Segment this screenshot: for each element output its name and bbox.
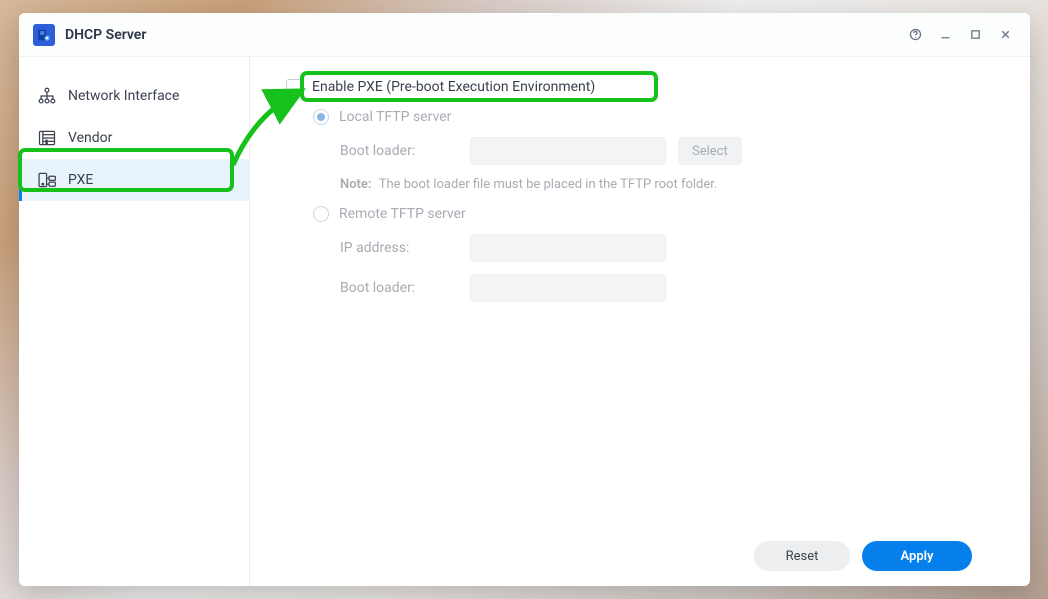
note-text: The boot loader file must be placed in t… [379,177,718,192]
footer: Reset Apply [286,526,1000,586]
apply-button[interactable]: Apply [862,541,972,571]
sidebar-item-vendor[interactable]: Vendor [19,117,249,159]
remote-boot-loader-label: Boot loader: [340,280,470,296]
pxe-icon [36,169,58,191]
sidebar: Network Interface Vendor PXE [19,57,250,586]
window-title: DHCP Server [65,27,146,43]
ip-address-label: IP address: [340,240,470,256]
remote-tftp-radio[interactable] [313,206,329,222]
local-tftp-radio[interactable] [313,109,329,125]
enable-pxe-label: Enable PXE (Pre-boot Execution Environme… [312,79,595,95]
maximize-button[interactable] [960,21,990,49]
close-button[interactable] [990,21,1020,49]
remote-boot-loader-input[interactable] [470,274,666,302]
sidebar-item-label: Vendor [68,130,112,146]
sidebar-item-pxe[interactable]: PXE [19,159,249,201]
enable-pxe-checkbox[interactable] [286,79,302,95]
sidebar-item-network-interface[interactable]: Network Interface [19,75,249,117]
minimize-button[interactable] [930,21,960,49]
network-interface-icon [36,85,58,107]
window-titlebar: DHCP Server [19,13,1030,57]
main-panel: Enable PXE (Pre-boot Execution Environme… [250,57,1030,586]
remote-ip-input[interactable] [470,234,666,262]
app-icon [33,24,55,46]
note-label: Note: [340,177,371,192]
dhcp-server-window: DHCP Server Network Interface [19,13,1030,586]
remote-tftp-label: Remote TFTP server [339,206,466,222]
reset-button[interactable]: Reset [754,541,850,571]
sidebar-item-label: Network Interface [68,88,179,104]
boot-loader-label: Boot loader: [340,143,470,159]
help-button[interactable] [900,21,930,49]
select-boot-loader-button[interactable]: Select [678,137,742,165]
sidebar-item-label: PXE [68,172,93,188]
vendor-icon [36,127,58,149]
local-boot-loader-input[interactable] [470,137,666,165]
local-tftp-label: Local TFTP server [339,109,451,125]
